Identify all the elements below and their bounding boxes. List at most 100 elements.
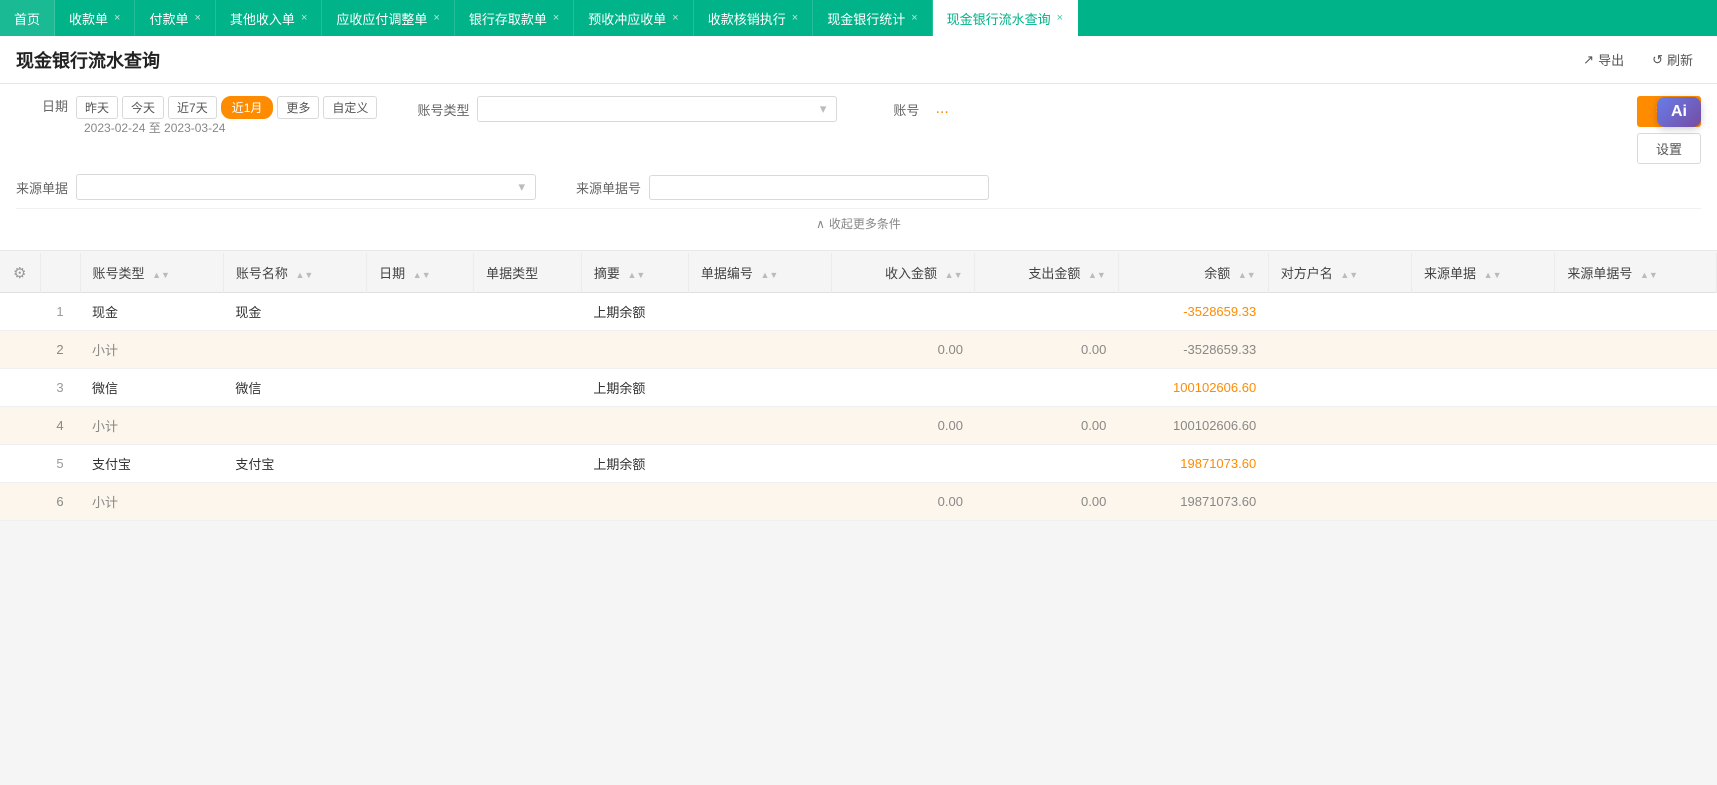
col-source-doc-no[interactable]: 来源单据号 ▲▼ xyxy=(1555,253,1717,293)
refresh-icon: ↺ xyxy=(1652,52,1663,68)
account-type-label: 账号类型 xyxy=(417,100,477,119)
nav-receipt[interactable]: 收款单 × xyxy=(55,0,135,36)
col-counterpart[interactable]: 对方户名 ▲▼ xyxy=(1268,253,1411,293)
source-doc-no-input[interactable] xyxy=(649,175,989,200)
nav-home[interactable]: 首页 xyxy=(0,0,55,36)
nav-adjustment-close[interactable]: × xyxy=(433,12,439,24)
nav-adjustment-label: 应收应付调整单 xyxy=(336,9,427,28)
nav-stats-close[interactable]: × xyxy=(911,12,917,24)
data-table: ⚙ 账号类型 ▲▼ 账号名称 ▲▼ 日期 ▲▼ 单据类型 xyxy=(0,253,1717,521)
account-no-dots[interactable]: ... xyxy=(927,96,956,122)
date-more[interactable]: 更多 xyxy=(277,96,319,119)
filter-area: 日期 昨天 今天 近7天 近1月 更多 自定义 2023-02-24 至 202… xyxy=(0,84,1717,251)
col-date[interactable]: 日期 ▲▼ xyxy=(367,253,474,293)
ai-badge[interactable]: Ai xyxy=(1657,97,1701,127)
table-row: 6小计0.000.0019871073.60 xyxy=(0,483,1717,521)
col-account-name[interactable]: 账号名称 ▲▼ xyxy=(223,253,366,293)
account-no-label: 账号 xyxy=(867,100,927,119)
col-balance[interactable]: 余额 ▲▼ xyxy=(1118,253,1268,293)
sort-expense: ▲▼ xyxy=(1088,271,1106,280)
header-actions: ↗ 导出 ↺ 刷新 xyxy=(1575,46,1701,73)
source-doc-chevron: ▾ xyxy=(518,179,525,195)
col-doc-type: 单据类型 xyxy=(474,253,582,293)
nav-bank-deposit-label: 银行存取款单 xyxy=(469,9,547,28)
col-account-type[interactable]: 账号类型 ▲▼ xyxy=(80,253,223,293)
col-income[interactable]: 收入金额 ▲▼ xyxy=(832,253,975,293)
source-doc-label: 来源单据 xyxy=(16,178,76,197)
date-today[interactable]: 今天 xyxy=(122,96,164,119)
sort-summary: ▲▼ xyxy=(628,271,646,280)
source-doc-no-label: 来源单据号 xyxy=(576,178,649,197)
nav-flow-query-close[interactable]: × xyxy=(1057,12,1063,24)
collapse-arrow-icon: ∧ xyxy=(816,217,825,231)
table-body: 1现金现金上期余额-3528659.332小计0.000.00-3528659.… xyxy=(0,293,1717,521)
sort-doc-no: ▲▼ xyxy=(760,271,778,280)
settings-button[interactable]: 设置 xyxy=(1637,133,1701,164)
nav-flow-query[interactable]: 现金银行流水查询 × xyxy=(933,0,1078,36)
date-label: 日期 xyxy=(16,96,76,115)
sort-account-name: ▲▼ xyxy=(295,271,313,280)
col-expense[interactable]: 支出金额 ▲▼ xyxy=(975,253,1118,293)
nav-bank-deposit-close[interactable]: × xyxy=(553,12,559,24)
sort-counterpart: ▲▼ xyxy=(1340,271,1358,280)
col-num xyxy=(40,253,80,293)
sort-source-doc: ▲▼ xyxy=(1484,271,1502,280)
nav-other-income-label: 其他收入单 xyxy=(230,9,295,28)
export-label: 导出 xyxy=(1598,50,1624,69)
nav-flow-query-label: 现金银行流水查询 xyxy=(947,9,1051,28)
account-type-chevron: ▾ xyxy=(820,101,827,117)
date-1month[interactable]: 近1月 xyxy=(221,96,274,119)
sort-balance: ▲▼ xyxy=(1238,271,1256,280)
nav-other-income[interactable]: 其他收入单 × xyxy=(216,0,322,36)
nav-stats[interactable]: 现金银行统计 × xyxy=(813,0,932,36)
export-icon: ↗ xyxy=(1583,52,1594,68)
date-buttons: 昨天 今天 近7天 近1月 更多 自定义 xyxy=(76,96,377,119)
table-header-row: ⚙ 账号类型 ▲▼ 账号名称 ▲▼ 日期 ▲▼ 单据类型 xyxy=(0,253,1717,293)
collapse-label: 收起更多条件 xyxy=(829,215,901,232)
nav-stats-label: 现金银行统计 xyxy=(827,9,905,28)
date-range: 2023-02-24 至 2023-03-24 xyxy=(84,119,377,136)
nav-prepaid-close[interactable]: × xyxy=(672,12,678,24)
table-row: 1现金现金上期余额-3528659.33 xyxy=(0,293,1717,331)
nav-verify-label: 收款核销执行 xyxy=(708,9,786,28)
source-doc-select[interactable]: ▾ xyxy=(76,174,536,200)
nav-payment[interactable]: 付款单 × xyxy=(135,0,215,36)
table-row: 3微信微信上期余额100102606.60 xyxy=(0,369,1717,407)
nav-payment-label: 付款单 xyxy=(149,9,188,28)
col-gear: ⚙ xyxy=(0,253,40,293)
nav-bank-deposit[interactable]: 银行存取款单 × xyxy=(455,0,574,36)
nav-prepaid[interactable]: 预收冲应收单 × xyxy=(574,0,693,36)
nav-verify-close[interactable]: × xyxy=(792,12,798,24)
col-summary[interactable]: 摘要 ▲▼ xyxy=(581,253,688,293)
nav-prepaid-label: 预收冲应收单 xyxy=(588,9,666,28)
column-settings-icon[interactable]: ⚙ xyxy=(13,265,26,282)
col-doc-no[interactable]: 单据编号 ▲▼ xyxy=(688,253,831,293)
sort-account-type: ▲▼ xyxy=(152,271,170,280)
date-custom[interactable]: 自定义 xyxy=(323,96,377,119)
nav-other-income-close[interactable]: × xyxy=(301,12,307,24)
refresh-label: 刷新 xyxy=(1667,50,1693,69)
sort-source-doc-no: ▲▼ xyxy=(1640,271,1658,280)
page-header: 现金银行流水查询 ↗ 导出 ↺ 刷新 xyxy=(0,36,1717,84)
date-7days[interactable]: 近7天 xyxy=(168,96,217,119)
nav-receipt-close[interactable]: × xyxy=(114,12,120,24)
nav-verify[interactable]: 收款核销执行 × xyxy=(694,0,813,36)
table-row: 2小计0.000.00-3528659.33 xyxy=(0,331,1717,369)
table-row: 4小计0.000.00100102606.60 xyxy=(0,407,1717,445)
table-row: 5支付宝支付宝上期余额19871073.60 xyxy=(0,445,1717,483)
collapse-bar[interactable]: ∧ 收起更多条件 xyxy=(16,208,1701,238)
nav-receipt-label: 收款单 xyxy=(69,9,108,28)
nav-home-label: 首页 xyxy=(14,9,40,28)
export-button[interactable]: ↗ 导出 xyxy=(1575,46,1632,73)
date-yesterday[interactable]: 昨天 xyxy=(76,96,118,119)
page-title: 现金银行流水查询 xyxy=(16,47,160,73)
top-navigation: 首页 收款单 × 付款单 × 其他收入单 × 应收应付调整单 × 银行存取款单 … xyxy=(0,0,1717,36)
refresh-button[interactable]: ↺ 刷新 xyxy=(1644,46,1701,73)
nav-payment-close[interactable]: × xyxy=(194,12,200,24)
nav-adjustment[interactable]: 应收应付调整单 × xyxy=(322,0,454,36)
sort-date: ▲▼ xyxy=(413,271,431,280)
account-type-select[interactable]: ▾ xyxy=(477,96,837,122)
table-container: ⚙ 账号类型 ▲▼ 账号名称 ▲▼ 日期 ▲▼ 单据类型 xyxy=(0,253,1717,521)
col-source-doc[interactable]: 来源单据 ▲▼ xyxy=(1412,253,1555,293)
sort-income: ▲▼ xyxy=(945,271,963,280)
